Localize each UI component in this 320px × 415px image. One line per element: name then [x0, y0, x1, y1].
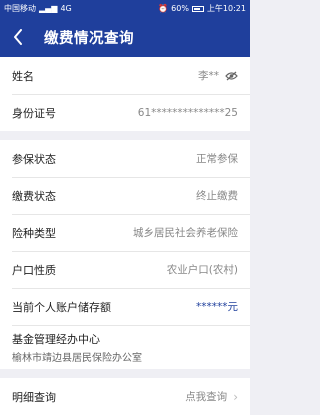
status-value: 正常参保	[196, 153, 238, 165]
type-row: 险种类型 城乡居民社会养老保险	[0, 214, 250, 251]
pay-row: 缴费状态 终止缴费	[0, 177, 250, 214]
chevron-left-icon	[14, 29, 22, 45]
eye-hidden-icon[interactable]	[225, 71, 238, 81]
carrier-label: 中国移动	[4, 3, 36, 13]
status-bar: 中国移动 ▂▄▆ 4G ⏰ 60% 上午10:21	[0, 0, 250, 17]
back-button[interactable]	[0, 17, 36, 57]
detail-query-row[interactable]: 明细查询 点我查询 ›	[0, 378, 250, 415]
section-gap	[0, 131, 250, 140]
battery-percent: 60%	[171, 3, 189, 13]
signal-icon: ▂▄▆	[39, 3, 58, 13]
agency-value: 榆林市靖边县居民保险办公室	[12, 352, 142, 364]
detail-query-link[interactable]: 点我查询	[185, 389, 227, 404]
status-row: 参保状态 正常参保	[0, 140, 250, 177]
alarm-icon: ⏰	[158, 3, 169, 13]
insurance-info-group: 参保状态 正常参保 缴费状态 终止缴费 险种类型 城乡居民社会养老保险 户口性质…	[0, 140, 250, 369]
agency-label: 基金管理经办中心	[12, 332, 100, 346]
network-label: 4G	[60, 3, 72, 13]
personal-info-group: 姓名 李** 身份证号 61**************25	[0, 57, 250, 131]
agency-row: 基金管理经办中心 榆林市靖边县居民保险办公室	[0, 325, 250, 369]
chevron-right-icon: ›	[233, 389, 238, 404]
household-row: 户口性质 农业户口(农村)	[0, 251, 250, 288]
section-gap	[0, 369, 250, 378]
id-label: 身份证号	[12, 106, 56, 120]
id-value: 61**************25	[137, 106, 238, 119]
household-label: 户口性质	[12, 263, 56, 277]
name-row: 姓名 李**	[0, 57, 250, 94]
page-title: 缴费情况查询	[44, 30, 134, 47]
pay-value: 终止缴费	[196, 190, 238, 202]
type-value: 城乡居民社会养老保险	[133, 227, 238, 239]
name-value: 李**	[198, 70, 219, 82]
status-label: 参保状态	[12, 152, 56, 166]
balance-label: 当前个人账户储存额	[12, 300, 111, 314]
pay-label: 缴费状态	[12, 189, 56, 203]
household-value: 农业户口(农村)	[166, 264, 238, 276]
clock: 上午10:21	[206, 3, 246, 13]
content: 姓名 李** 身份证号 61**************25 参保状态 正常参保	[0, 57, 250, 415]
battery-icon	[191, 5, 204, 12]
balance-value: ******元	[196, 301, 238, 313]
detail-group: 明细查询 点我查询 ›	[0, 378, 250, 415]
nav-bar: 缴费情况查询	[0, 17, 250, 57]
name-label: 姓名	[12, 69, 34, 83]
name-value-wrap: 李**	[198, 68, 238, 83]
detail-label: 明细查询	[12, 390, 56, 404]
id-row: 身份证号 61**************25	[0, 94, 250, 131]
detail-value-wrap: 点我查询 ›	[185, 389, 238, 404]
type-label: 险种类型	[12, 226, 56, 240]
balance-row: 当前个人账户储存额 ******元	[0, 288, 250, 325]
